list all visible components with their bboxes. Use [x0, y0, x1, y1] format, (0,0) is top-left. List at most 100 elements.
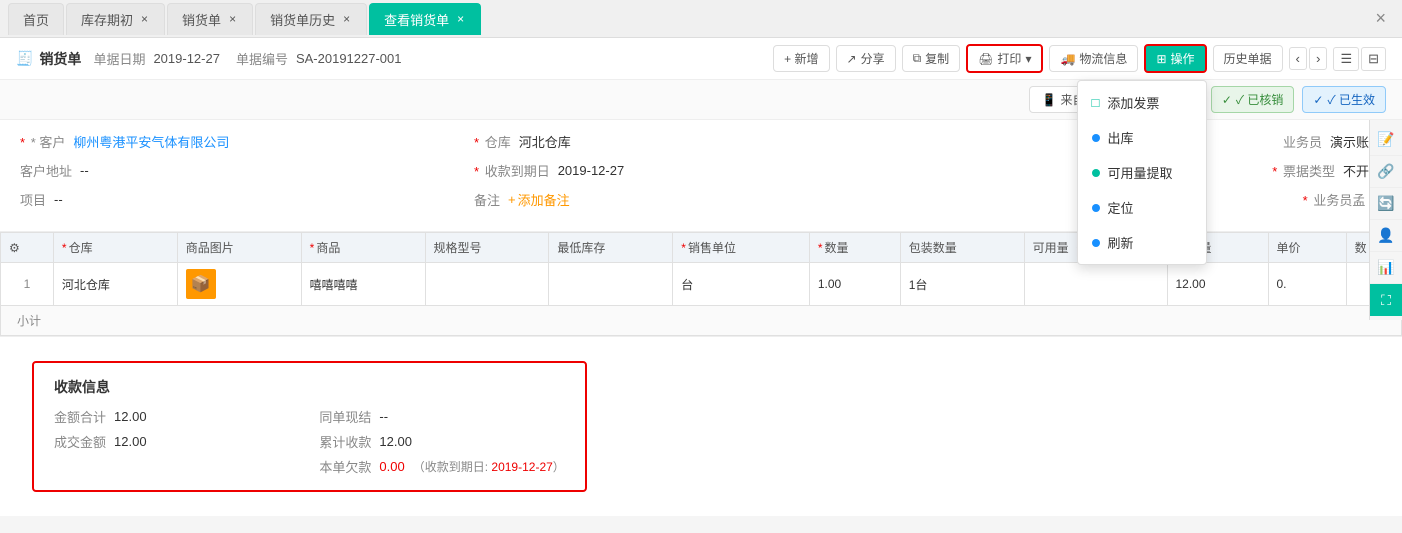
new-button[interactable]: + 新增: [773, 45, 829, 72]
date-value: 2019-12-27: [153, 51, 220, 66]
project-label: 项目: [20, 190, 46, 209]
tab-sales-close[interactable]: ×: [227, 12, 238, 26]
total-label: 金额合计: [54, 407, 106, 426]
note-label: 备注: [474, 190, 500, 209]
print-button[interactable]: 🖨 打印 ▾: [966, 44, 1043, 73]
copy-button[interactable]: ⧉ 复制: [902, 45, 961, 72]
col-pack-qty: 包装数量: [900, 233, 1024, 263]
subtotal-cell: 小计: [1, 306, 1402, 336]
current-due-value: 0.00: [379, 459, 404, 474]
col-min-stock: 最低库存: [549, 233, 673, 263]
doc-icon: 🧾: [16, 50, 33, 67]
tab-home[interactable]: 首页: [8, 3, 64, 35]
tab-sales-history[interactable]: 销货单历史 ×: [255, 3, 367, 35]
row-price: 0.: [1268, 263, 1346, 306]
number-value: SA-20191227-001: [296, 51, 402, 66]
note-field: 备注 + 添加备注: [474, 190, 928, 209]
share-icon: ↗: [847, 52, 857, 66]
product-image: 📦: [186, 269, 216, 299]
payment-grid: 金额合计 12.00 同单现结 -- 成交金额 12.00 累计收款 12.00: [54, 407, 565, 476]
add-note-btn[interactable]: + 添加备注: [508, 190, 570, 209]
tab-bar: 首页 库存期初 × 销货单 × 销货单历史 × 查看销货单 × ×: [0, 0, 1402, 38]
toolbar-right: + 新增 ↗ 分享 ⧉ 复制 🖨 打印 ▾ 🚚 物流信息 ⊞: [773, 44, 1386, 73]
payment-title: 收款信息: [54, 377, 565, 397]
view-toggle: ☰ ⊟: [1333, 47, 1386, 71]
subtotal-row: 小计: [1, 306, 1402, 336]
customer-label: * * 客户: [20, 132, 65, 151]
tab-inventory-label: 库存期初: [81, 10, 133, 29]
warehouse-field: * 仓库 河北仓库: [474, 132, 928, 151]
nav-next[interactable]: ›: [1309, 47, 1327, 70]
tab-check-label: 查看销货单: [384, 10, 449, 29]
list-view-btn[interactable]: ☰: [1333, 47, 1359, 71]
right-icon-edit[interactable]: 📝: [1370, 124, 1402, 156]
right-icon-chart[interactable]: 📊: [1370, 252, 1402, 284]
right-icon-link[interactable]: 🔗: [1370, 156, 1402, 188]
logistics-icon: 🚚: [1060, 52, 1075, 66]
project-field: 项目 --: [20, 190, 474, 209]
doc-type-label: 销货单: [39, 49, 81, 69]
tab-sales-order[interactable]: 销货单 ×: [167, 3, 253, 35]
tab-sales-label: 销货单: [182, 10, 221, 29]
settings-icon: ⚙: [9, 241, 20, 255]
payment-date-label: * 收款到期日: [474, 161, 550, 180]
add-note-label: 添加备注: [518, 190, 570, 209]
grid-view-btn[interactable]: ⊟: [1361, 47, 1386, 71]
row-num: 1: [1, 263, 54, 306]
history-button[interactable]: 历史单据: [1213, 45, 1283, 72]
operations-icon: ⊞: [1156, 52, 1166, 66]
available-qty-dot: [1092, 169, 1100, 177]
available-qty-label: 可用量提取: [1108, 163, 1173, 182]
col-settings[interactable]: ⚙: [1, 233, 54, 263]
dropdown-add-invoice[interactable]: □ 添加发票: [1078, 85, 1206, 120]
tab-check-sales[interactable]: 查看销货单 ×: [369, 3, 481, 35]
share-button[interactable]: ↗ 分享: [836, 45, 896, 72]
window-close-btn[interactable]: ×: [1367, 8, 1394, 29]
same-order-label: 同单现结: [319, 407, 371, 426]
row-warehouse: 河北仓库: [53, 263, 177, 306]
current-due-row: 本单欠款 0.00 （收款到期日: 2019-12-27）: [319, 457, 564, 476]
right-icon-refresh[interactable]: 🔄: [1370, 188, 1402, 220]
tab-inventory-close[interactable]: ×: [139, 12, 150, 26]
col-warehouse: *仓库: [53, 233, 177, 263]
right-icon-expand[interactable]: ⛶: [1370, 284, 1402, 316]
effective-status: ✓ ✓ 已生效: [1302, 86, 1386, 113]
nav-prev[interactable]: ‹: [1289, 47, 1307, 70]
row-available: [1024, 263, 1167, 306]
customer-value[interactable]: 柳州粤港平安气体有限公司: [73, 132, 229, 151]
right-icon-user[interactable]: 👤: [1370, 220, 1402, 252]
tab-check-close[interactable]: ×: [455, 12, 466, 26]
print-icon: 🖨: [978, 52, 993, 66]
copy-icon: ⧉: [913, 51, 922, 66]
table-row: 1 河北仓库 📦 嘻嘻嘻嘻 台 1.00 1台 12.00 0.: [1, 263, 1402, 306]
locate-label: 定位: [1108, 198, 1134, 217]
deal-amount-value: 12.00: [114, 434, 147, 449]
cumulative-row: 累计收款 12.00: [319, 432, 564, 451]
col-spec: 规格型号: [425, 233, 549, 263]
dropdown-refresh[interactable]: 刷新: [1078, 225, 1206, 260]
dropdown-available-qty[interactable]: 可用量提取: [1078, 155, 1206, 190]
row-product-img: 📦: [177, 263, 301, 306]
add-invoice-label: 添加发票: [1107, 93, 1159, 112]
col-product-img: 商品图片: [177, 233, 301, 263]
sales-staff-label: * 业务员孟: [1303, 190, 1366, 209]
operations-dropdown-wrapper: ⊞ 操作 □ 添加发票 出库 可用量提取: [1144, 44, 1206, 73]
tab-inventory-init[interactable]: 库存期初 ×: [66, 3, 165, 35]
number-label: 单据编号 SA-20191227-001: [236, 49, 402, 68]
right-icons: 📝 🔗 🔄 👤 📊 ⛶: [1369, 120, 1402, 320]
due-note: （收款到期日: 2019-12-27）: [413, 458, 565, 475]
check-icon2: ✓: [1313, 93, 1323, 107]
dropdown-locate[interactable]: 定位: [1078, 190, 1206, 225]
nav-arrows: ‹ ›: [1289, 47, 1328, 70]
warehouse-label: * 仓库: [474, 132, 511, 151]
operations-button[interactable]: ⊞ 操作: [1144, 44, 1206, 73]
dropdown-outbound[interactable]: 出库: [1078, 120, 1206, 155]
logistics-button[interactable]: 🚚 物流信息: [1049, 45, 1138, 72]
staff-label: 业务员: [1283, 132, 1322, 151]
row-qty: 1.00: [809, 263, 900, 306]
row-stock: 12.00: [1167, 263, 1268, 306]
outbound-dot: [1092, 134, 1100, 142]
date-label: 单据日期 2019-12-27: [93, 49, 220, 68]
tab-history-close[interactable]: ×: [341, 12, 352, 26]
address-value: --: [80, 163, 89, 178]
